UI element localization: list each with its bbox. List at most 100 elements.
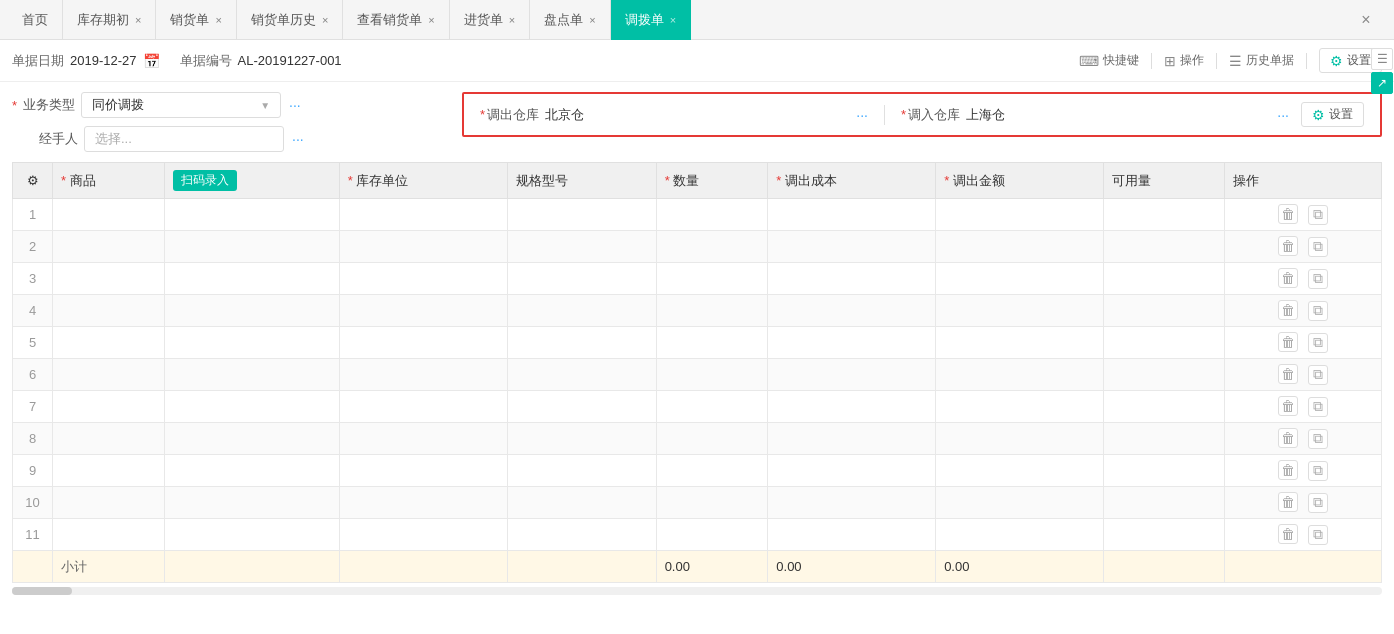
number-field-group: 单据编号 AL-20191227-001 xyxy=(180,52,342,70)
right-sidebar: ☰ ↗ xyxy=(1370,40,1394,94)
scan-button[interactable]: 扫码录入 xyxy=(173,170,237,191)
col-scan: 扫码录入 xyxy=(164,163,339,199)
business-type-value: 同价调拨 xyxy=(92,96,144,114)
operations-button[interactable]: ⊞ 操作 xyxy=(1164,52,1204,69)
copy-row-button[interactable]: ⧉ xyxy=(1308,525,1328,545)
col-settings: ⚙ xyxy=(13,163,53,199)
col-available: 可用量 xyxy=(1103,163,1224,199)
copy-row-button[interactable]: ⧉ xyxy=(1308,333,1328,353)
copy-row-button[interactable]: ⧉ xyxy=(1308,365,1328,385)
in-warehouse-item: * 调入仓库 上海仓 ··· xyxy=(901,106,1289,124)
col-op: 操作 xyxy=(1225,163,1382,199)
handler-placeholder: 选择... xyxy=(95,130,132,148)
delete-row-button[interactable]: 🗑 xyxy=(1278,236,1298,256)
handler-more[interactable]: ··· xyxy=(292,131,304,147)
shortcuts-button[interactable]: ⌨ 快捷键 xyxy=(1079,52,1139,69)
keyboard-icon: ⌨ xyxy=(1079,53,1099,69)
copy-row-button[interactable]: ⧉ xyxy=(1308,397,1328,417)
copy-row-button[interactable]: ⧉ xyxy=(1308,237,1328,257)
required-star-biz: * xyxy=(12,98,17,113)
calendar-icon[interactable]: 📅 xyxy=(143,53,160,69)
in-warehouse-more[interactable]: ··· xyxy=(1277,107,1289,123)
delete-row-button[interactable]: 🗑 xyxy=(1278,428,1298,448)
delete-row-button[interactable]: 🗑 xyxy=(1278,268,1298,288)
tab-view-sales[interactable]: 查看销货单 × xyxy=(343,0,449,40)
business-type-more[interactable]: ··· xyxy=(289,97,301,113)
form-left: * 业务类型 同价调拨 ▼ ··· 经手人 选择... ··· xyxy=(12,92,442,152)
tab-inventory-init[interactable]: 库存期初 × xyxy=(63,0,156,40)
col-cost: 调出成本 xyxy=(768,163,936,199)
business-type-dropdown[interactable]: 同价调拨 ▼ xyxy=(81,92,281,118)
handler-dropdown[interactable]: 选择... xyxy=(84,126,284,152)
table-row: 6 🗑 ⧉ xyxy=(13,359,1382,391)
table-row: 3 🗑 ⧉ xyxy=(13,263,1382,295)
date-value: 2019-12-27 xyxy=(70,53,137,68)
out-warehouse-more[interactable]: ··· xyxy=(856,107,868,123)
warehouse-separator xyxy=(884,105,885,125)
subtotal-amount: 0.00 xyxy=(936,551,1104,583)
tab-stocktake[interactable]: 盘点单 × xyxy=(530,0,610,40)
delete-row-button[interactable]: 🗑 xyxy=(1278,460,1298,480)
delete-row-button[interactable]: 🗑 xyxy=(1278,492,1298,512)
date-label: 单据日期 xyxy=(12,52,64,70)
tab-close-transfer[interactable]: × xyxy=(670,14,676,26)
delete-row-button[interactable]: 🗑 xyxy=(1278,332,1298,352)
subtotal-label: 小计 xyxy=(53,551,165,583)
tab-sales-history[interactable]: 销货单历史 × xyxy=(237,0,343,40)
warehouse-section: * 调出仓库 北京仓 ··· * 调入仓库 上海仓 ··· ⚙ 设置 xyxy=(462,92,1382,137)
copy-row-button[interactable]: ⧉ xyxy=(1308,493,1328,513)
table-row: 4 🗑 ⧉ xyxy=(13,295,1382,327)
copy-row-button[interactable]: ⧉ xyxy=(1308,269,1328,289)
horizontal-scrollbar[interactable] xyxy=(12,587,1382,595)
tab-home[interactable]: 首页 xyxy=(8,0,63,40)
grid-icon: ⊞ xyxy=(1164,53,1176,69)
toolbar-right: ⌨ 快捷键 ⊞ 操作 ☰ 历史单据 ⚙ 设置 xyxy=(1079,48,1382,73)
table-row: 7 🗑 ⧉ xyxy=(13,391,1382,423)
tab-bar: 首页 库存期初 × 销货单 × 销货单历史 × 查看销货单 × 进货单 × 盘点… xyxy=(0,0,1394,40)
col-amount: 调出金额 xyxy=(936,163,1104,199)
warehouse-gear-icon: ⚙ xyxy=(1312,107,1325,123)
tab-close-view-sales[interactable]: × xyxy=(428,14,434,26)
copy-row-button[interactable]: ⧉ xyxy=(1308,205,1328,225)
table-container: ⚙ 商品 扫码录入 库存单位 规格型号 数量 调出成本 调出金额 可用量 操作 xyxy=(0,162,1394,583)
scroll-thumb[interactable] xyxy=(12,587,72,595)
col-product: 商品 xyxy=(53,163,165,199)
delete-row-button[interactable]: 🗑 xyxy=(1278,364,1298,384)
copy-row-button[interactable]: ⧉ xyxy=(1308,301,1328,321)
tab-close-sales[interactable]: × xyxy=(215,14,221,26)
delete-row-button[interactable]: 🗑 xyxy=(1278,396,1298,416)
out-warehouse-label: 调出仓库 xyxy=(487,106,539,124)
tab-close-inventory[interactable]: × xyxy=(135,14,141,26)
window-close-button[interactable]: × xyxy=(1346,0,1386,40)
gear-icon: ⚙ xyxy=(1330,53,1343,69)
delete-row-button[interactable]: 🗑 xyxy=(1278,524,1298,544)
delete-row-button[interactable]: 🗑 xyxy=(1278,204,1298,224)
in-warehouse-value: 上海仓 xyxy=(966,106,1269,124)
number-value: AL-20191227-001 xyxy=(238,53,342,68)
business-type-row: * 业务类型 同价调拨 ▼ ··· xyxy=(12,92,442,118)
sidebar-list-button[interactable]: ☰ xyxy=(1371,48,1393,70)
tab-transfer[interactable]: 调拨单 × xyxy=(611,0,691,40)
required-star-out: * xyxy=(480,107,485,122)
sidebar-export-button[interactable]: ↗ xyxy=(1371,72,1393,94)
toolbar: 单据日期 2019-12-27 📅 单据编号 AL-20191227-001 ⌨… xyxy=(0,40,1394,82)
settings-area: ⚙ 设置 xyxy=(1301,102,1364,127)
delete-row-button[interactable]: 🗑 xyxy=(1278,300,1298,320)
tab-close-purchase[interactable]: × xyxy=(509,14,515,26)
table-row: 11 🗑 ⧉ xyxy=(13,519,1382,551)
table-settings-icon[interactable]: ⚙ xyxy=(27,173,39,188)
table-row: 1 🗑 ⧉ xyxy=(13,199,1382,231)
tab-purchase[interactable]: 进货单 × xyxy=(450,0,530,40)
toolbar-divider-3 xyxy=(1306,53,1307,69)
copy-row-button[interactable]: ⧉ xyxy=(1308,461,1328,481)
number-label: 单据编号 xyxy=(180,52,232,70)
tab-sales-order[interactable]: 销货单 × xyxy=(156,0,236,40)
warehouse-settings-button[interactable]: ⚙ 设置 xyxy=(1301,102,1364,127)
tab-close-stocktake[interactable]: × xyxy=(589,14,595,26)
date-field-group: 单据日期 2019-12-27 📅 xyxy=(12,52,160,70)
tab-close-sales-history[interactable]: × xyxy=(322,14,328,26)
subtotal-qty: 0.00 xyxy=(656,551,768,583)
history-button[interactable]: ☰ 历史单据 xyxy=(1229,52,1294,69)
handler-label: 经手人 xyxy=(22,130,78,148)
copy-row-button[interactable]: ⧉ xyxy=(1308,429,1328,449)
